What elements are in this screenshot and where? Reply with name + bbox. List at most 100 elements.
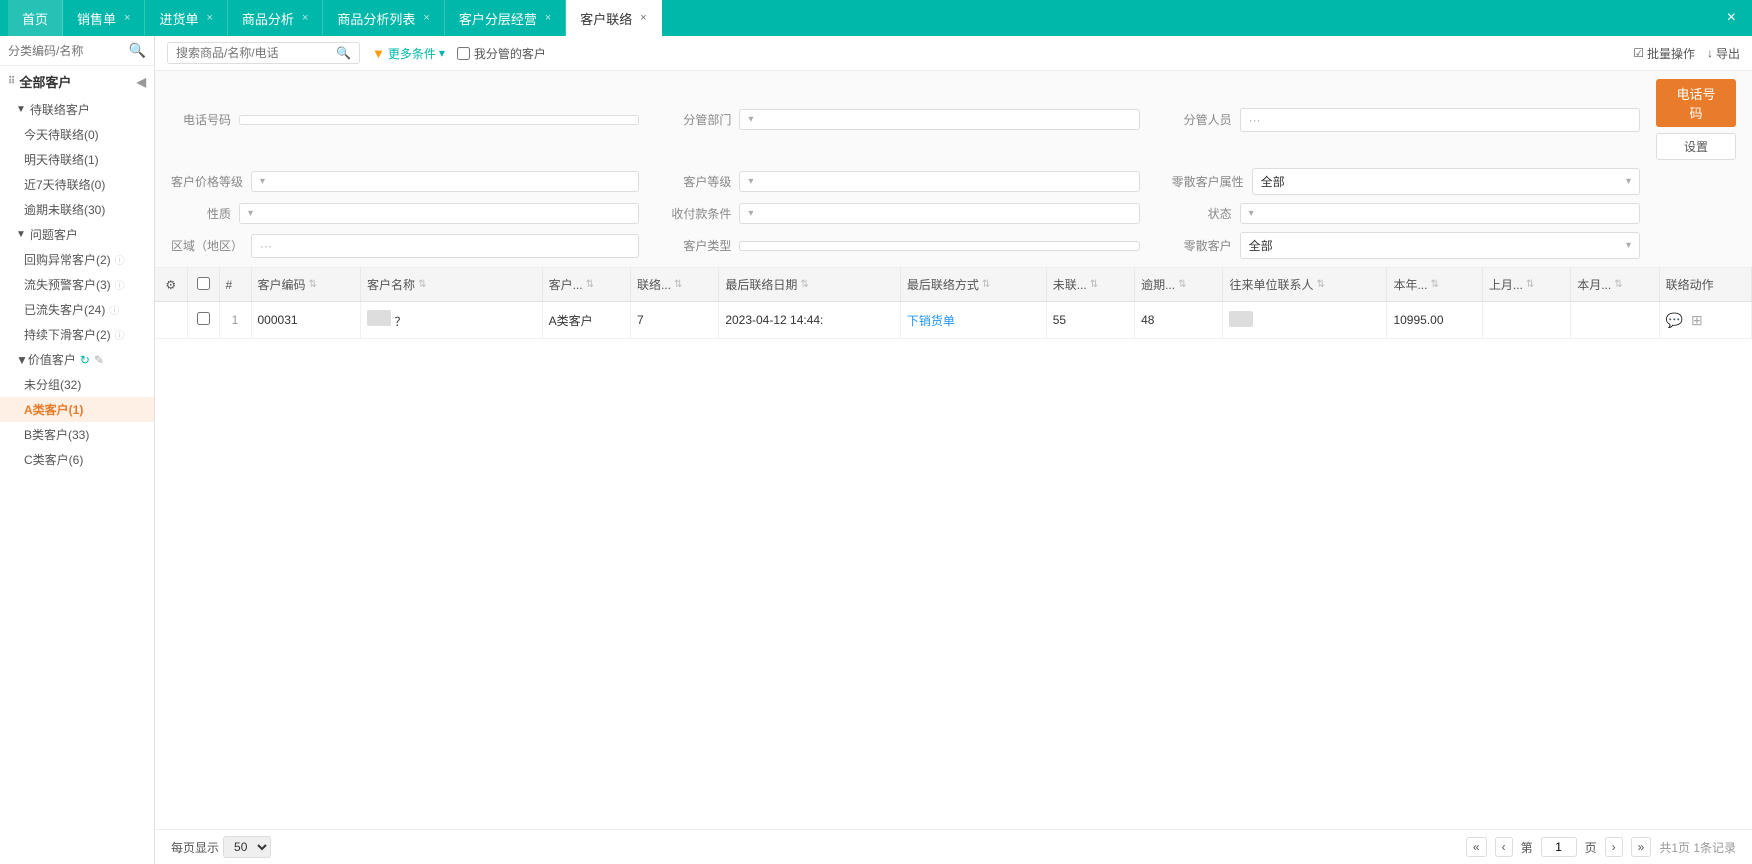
sidebar-item-tomorrow-contact[interactable]: 明天待联络(1) bbox=[0, 147, 154, 172]
tab-purchase-close[interactable]: × bbox=[206, 12, 212, 24]
filter-input-status[interactable]: ▾ bbox=[1240, 203, 1640, 224]
sidebar-item-overdue-contact[interactable]: 逾期未联络(30) bbox=[0, 197, 154, 222]
filter-input-customer-level[interactable]: ▾ bbox=[739, 171, 1139, 192]
sidebar-item-ungrouped[interactable]: 未分组(32) bbox=[0, 372, 154, 397]
sidebar-search-input[interactable] bbox=[8, 44, 129, 58]
page-input[interactable] bbox=[1541, 837, 1577, 857]
row-last-method-link[interactable]: 下销货单 bbox=[907, 314, 955, 328]
row-checkbox[interactable] bbox=[197, 312, 210, 325]
row-checkbox-cell[interactable] bbox=[187, 302, 219, 339]
sort-icon-date: ⇅ bbox=[800, 279, 808, 290]
col-name[interactable]: 客户名称 ⇅ bbox=[361, 268, 543, 302]
col-this-month[interactable]: 本月... ⇅ bbox=[1571, 268, 1659, 302]
sidebar-item-declining[interactable]: 持续下滑客户(2) ⓘ bbox=[0, 322, 154, 347]
filter-label-payment: 收付款条件 bbox=[671, 205, 731, 222]
my-customers-checkbox[interactable] bbox=[457, 47, 470, 60]
sidebar-item-7days-contact[interactable]: 近7天待联络(0) bbox=[0, 172, 154, 197]
col-customer-type[interactable]: 客户... ⇅ bbox=[542, 268, 630, 302]
sidebar-all-customers[interactable]: ⠿ 全部客户 ◀ bbox=[0, 66, 154, 97]
settings-icon[interactable]: ⚙ bbox=[165, 278, 176, 292]
col-overdue[interactable]: 逾期... ⇅ bbox=[1135, 268, 1223, 302]
sidebar-item-b-customers[interactable]: B类客户(33) bbox=[0, 422, 154, 447]
advanced-filter: 电话号码 分管部门 ▾ 分管人员 ··· bbox=[155, 71, 1752, 268]
tab-goods-analysis-list-close[interactable]: × bbox=[423, 12, 429, 24]
col-no-contact[interactable]: 未联... ⇅ bbox=[1046, 268, 1134, 302]
filter-input-retail[interactable]: 全部 ▾ bbox=[1240, 232, 1640, 259]
tab-sales-close[interactable]: × bbox=[124, 12, 130, 24]
info-icon-4: ⓘ bbox=[115, 327, 125, 342]
batch-op-label: 批量操作 bbox=[1647, 45, 1695, 62]
last-page-button[interactable]: » bbox=[1631, 837, 1652, 857]
col-code[interactable]: 客户编码 ⇅ bbox=[251, 268, 361, 302]
filter-input-phone[interactable] bbox=[239, 115, 639, 125]
col-last-method[interactable]: 最后联络方式 ⇅ bbox=[900, 268, 1046, 302]
first-page-button[interactable]: « bbox=[1466, 837, 1487, 857]
prev-page-button[interactable]: ‹ bbox=[1495, 837, 1513, 857]
close-all-button[interactable]: × bbox=[1719, 9, 1744, 27]
repurchase-abnormal-label: 回购异常客户(2) bbox=[24, 251, 111, 268]
export-icon: ↓ bbox=[1707, 46, 1713, 60]
sidebar-item-churned[interactable]: 已流失客户(24) ⓘ bbox=[0, 297, 154, 322]
tab-goods-analysis[interactable]: 商品分析 × bbox=[228, 0, 323, 36]
tab-customer-segment-close[interactable]: × bbox=[545, 12, 551, 24]
waiting-contact-label: 待联络客户 bbox=[30, 101, 90, 118]
tab-purchase[interactable]: 进货单 × bbox=[145, 0, 227, 36]
filter-input-dept[interactable]: ▾ bbox=[739, 109, 1139, 130]
filter-input-cust-type[interactable] bbox=[739, 241, 1139, 251]
tab-customer-segment[interactable]: 客户分层经营 × bbox=[445, 0, 566, 36]
filter-search-icon[interactable]: 🔍 bbox=[336, 46, 351, 60]
sidebar-group-value-customers[interactable]: ▼ 价值客户 ↻ ✎ bbox=[0, 347, 154, 372]
sidebar-item-repurchase-abnormal[interactable]: 回购异常客户(2) ⓘ bbox=[0, 247, 154, 272]
filter-input-region[interactable]: ··· bbox=[251, 234, 639, 258]
sidebar-item-a-customers[interactable]: A类客户(1) bbox=[0, 397, 154, 422]
filter-input-nature[interactable]: ▾ bbox=[239, 203, 639, 224]
row-code-cell: 000031 bbox=[251, 302, 361, 339]
row-name-color bbox=[367, 310, 391, 326]
tab-home[interactable]: 首页 bbox=[8, 0, 63, 36]
edit-icon[interactable]: ✎ bbox=[94, 353, 104, 367]
col-checkbox[interactable] bbox=[187, 268, 219, 302]
row-customer-type-cell: A类客户 bbox=[542, 302, 630, 339]
sidebar-item-churn-warning[interactable]: 流失预警客户(3) ⓘ bbox=[0, 272, 154, 297]
my-customers-check[interactable]: 我分管的客户 bbox=[457, 45, 546, 62]
tab-sales[interactable]: 销售单 × bbox=[63, 0, 145, 36]
query-button[interactable]: 电话号码 bbox=[1656, 79, 1736, 127]
filter-input-retail-attr[interactable]: 全部 ▾ bbox=[1252, 168, 1640, 195]
sidebar-search-icon[interactable]: 🔍 bbox=[129, 42, 146, 59]
refresh-icon[interactable]: ↻ bbox=[80, 353, 90, 367]
tab-goods-analysis-list[interactable]: 商品分析列表 × bbox=[323, 0, 444, 36]
next-page-button[interactable]: › bbox=[1605, 837, 1623, 857]
tab-customer-contact-close[interactable]: × bbox=[640, 12, 646, 24]
row-overdue: 48 bbox=[1141, 313, 1154, 327]
select-all-checkbox[interactable] bbox=[197, 277, 210, 290]
row-settings-cell bbox=[155, 302, 187, 339]
sidebar-search-area: 🔍 bbox=[0, 36, 154, 66]
batch-op-button[interactable]: ☑ 批量操作 bbox=[1633, 45, 1695, 62]
sidebar-group-waiting-contact[interactable]: ▼ 待联络客户 bbox=[0, 97, 154, 122]
filter-input-price-level[interactable]: ▾ bbox=[251, 171, 639, 192]
tab-customer-contact[interactable]: 客户联络 × bbox=[566, 0, 661, 36]
col-last-contact-date[interactable]: 最后联络日期 ⇅ bbox=[719, 268, 901, 302]
col-settings[interactable]: ⚙ bbox=[155, 268, 187, 302]
sort-icon-contact: ⇅ bbox=[674, 279, 682, 290]
setting-button[interactable]: 设置 bbox=[1656, 133, 1736, 160]
grid-icon[interactable]: ⊞ bbox=[1691, 312, 1703, 329]
sidebar-item-today-contact[interactable]: 今天待联络(0) bbox=[0, 122, 154, 147]
tab-goods-analysis-close[interactable]: × bbox=[302, 12, 308, 24]
sidebar-group-problem-customers[interactable]: ▼ 问题客户 bbox=[0, 222, 154, 247]
page-size-select[interactable]: 50 bbox=[223, 836, 271, 858]
col-company-contact[interactable]: 往来单位联系人 ⇅ bbox=[1223, 268, 1387, 302]
sidebar-item-c-customers[interactable]: C类客户(6) bbox=[0, 447, 154, 472]
col-contact-count[interactable]: 联络... ⇅ bbox=[630, 268, 718, 302]
filter-input-payment[interactable]: ▾ bbox=[739, 203, 1139, 224]
filter-input-person[interactable]: ··· bbox=[1240, 108, 1640, 132]
col-this-year[interactable]: 本年... ⇅ bbox=[1387, 268, 1482, 302]
export-button[interactable]: ↓ 导出 bbox=[1707, 45, 1740, 62]
comment-icon[interactable]: 💬 bbox=[1666, 312, 1683, 329]
col-last-month-label: 上月... bbox=[1489, 276, 1523, 293]
row-contact-count: 7 bbox=[637, 313, 644, 327]
batch-op-icon: ☑ bbox=[1633, 46, 1644, 60]
filter-search-input[interactable] bbox=[176, 46, 336, 60]
col-last-month[interactable]: 上月... ⇅ bbox=[1482, 268, 1570, 302]
more-conditions-button[interactable]: ▼ 更多条件 ▾ bbox=[372, 45, 445, 62]
